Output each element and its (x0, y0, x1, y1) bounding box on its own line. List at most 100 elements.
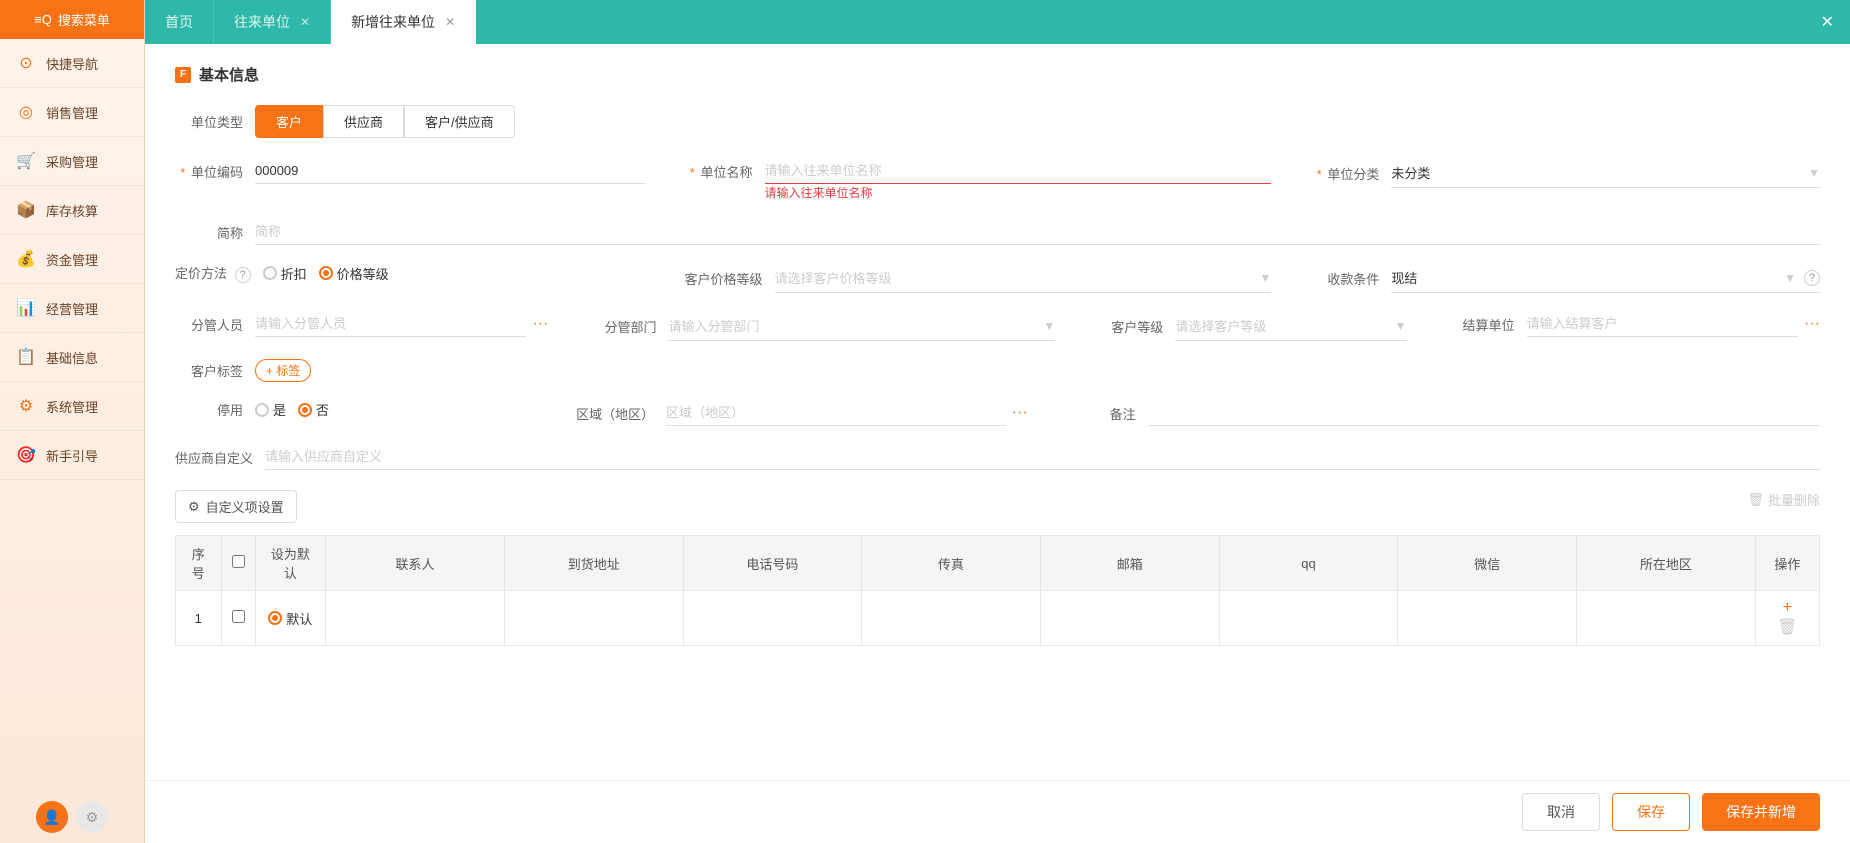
col-default: 设为默认 (255, 536, 326, 591)
supplier-custom-label: 供应商自定义 (175, 448, 265, 467)
add-tag-button[interactable]: + 标签 (255, 359, 311, 382)
table-section: ⚙ 自定义项设置 🗑 批量删除 序号 设为默认 联系人 到货地址 电 (175, 490, 1820, 646)
col-checkbox[interactable] (221, 536, 255, 591)
sidebar-item-finance[interactable]: 💰 资金管理 (0, 235, 144, 284)
no-radio-dot (302, 407, 308, 413)
row-fax[interactable] (862, 591, 1041, 646)
unit-code-input[interactable] (255, 158, 645, 184)
sidebar-item-operation[interactable]: 📊 经营管理 (0, 284, 144, 333)
custom-settings-button[interactable]: ⚙ 自定义项设置 (175, 490, 297, 523)
sidebar-item-inventory[interactable]: 📦 库存核算 (0, 186, 144, 235)
col-area: 所在地区 (1577, 536, 1756, 591)
unit-btn-both[interactable]: 客户/供应商 (404, 105, 515, 138)
disabled-no[interactable]: 否 (298, 400, 329, 419)
area-more-btn[interactable]: ··· (1012, 404, 1028, 422)
fax-input[interactable] (872, 611, 1030, 626)
default-radio[interactable]: 默认 (266, 609, 316, 628)
sidebar-item-quick-nav[interactable]: ⊙ 快捷导航 (0, 39, 144, 88)
add-row-button[interactable]: + (1780, 599, 1795, 617)
col-fax: 传真 (862, 536, 1041, 591)
unit-name-input[interactable] (765, 163, 1272, 178)
unit-type-row: 单位类型 客户 供应商 客户/供应商 (175, 105, 1820, 138)
col-wechat: 微信 (1398, 536, 1577, 591)
tab-home-label: 首页 (165, 12, 193, 32)
row-address[interactable] (504, 591, 683, 646)
tab-partners[interactable]: 往来单位 ✕ (214, 0, 331, 44)
col-address: 到货地址 (504, 536, 683, 591)
phone-input[interactable] (694, 611, 852, 626)
unit-btn-customer[interactable]: 客户 (255, 105, 323, 138)
sidebar-item-label: 新手引导 (46, 446, 98, 465)
quick-nav-icon: ⊙ (16, 53, 36, 73)
row-email[interactable] (1040, 591, 1219, 646)
area-input[interactable] (666, 400, 1005, 426)
sidebar: ≡Q 搜索菜单 ⊙ 快捷导航 ◎ 销售管理 🛒 采购管理 📦 库存核算 💰 资金… (0, 0, 145, 843)
unit-type-label: 单位类型 (175, 112, 255, 131)
tab-new-partner-close[interactable]: ✕ (445, 15, 455, 29)
batch-delete-button[interactable]: 🗑 批量删除 (1747, 490, 1820, 509)
email-input[interactable] (1051, 611, 1209, 626)
sidebar-item-system[interactable]: ⚙ 系统管理 (0, 382, 144, 431)
select-all-checkbox[interactable] (232, 555, 245, 568)
no-label: 否 (316, 400, 329, 419)
window-close-button[interactable]: ✕ (1805, 12, 1850, 32)
customer-level-select[interactable]: 请选择客户等级 ▼ (1175, 311, 1406, 341)
row-phone[interactable] (683, 591, 862, 646)
payment-help-icon[interactable]: ? (1804, 270, 1820, 286)
col-qq: qq (1219, 536, 1398, 591)
dept-select[interactable]: 请输入分管部门 ▼ (668, 311, 1055, 341)
tab-partners-close[interactable]: ✕ (300, 15, 310, 29)
unit-btn-supplier[interactable]: 供应商 (323, 105, 404, 138)
address-input[interactable] (515, 611, 673, 626)
pricing-option-level[interactable]: 价格等级 (319, 264, 389, 283)
row-default: 默认 (255, 591, 326, 646)
manager-input[interactable] (255, 311, 526, 337)
form-row-disabled: 停用 是 否 区域（地区） (175, 400, 1820, 426)
unit-name-field: * 单位名称 请输入往来单位名称 (685, 158, 1272, 201)
settlement-input[interactable] (1527, 311, 1798, 337)
discount-label: 折扣 (281, 264, 307, 283)
row-wechat[interactable] (1398, 591, 1577, 646)
tab-home[interactable]: 首页 (145, 0, 214, 44)
unit-category-select[interactable]: 未分类 ▼ (1391, 158, 1820, 188)
sidebar-search[interactable]: ≡Q 搜索菜单 (0, 0, 144, 39)
row-checkbox[interactable] (221, 591, 255, 646)
user-avatar[interactable]: 👤 (36, 801, 68, 833)
pricing-help-icon[interactable]: ? (235, 267, 251, 283)
area-select-input[interactable] (1587, 611, 1745, 626)
contact-table: 序号 设为默认 联系人 到货地址 电话号码 传真 邮箱 qq 微信 所在地区 操… (175, 535, 1820, 646)
row-qq[interactable] (1219, 591, 1398, 646)
search-icon: ≡Q (34, 12, 52, 27)
abbr-input[interactable] (255, 219, 1820, 245)
contact-input[interactable] (336, 611, 494, 626)
manager-more-btn[interactable]: ··· (532, 315, 548, 333)
default-radio-circle (268, 611, 282, 625)
payment-terms-select[interactable]: 现结 ▼ ? (1391, 263, 1820, 293)
settings-icon[interactable]: ⚙ (76, 801, 108, 833)
remark-input[interactable] (1148, 400, 1820, 426)
unit-category-label: * 单位分类 (1311, 164, 1391, 183)
wechat-input[interactable] (1408, 611, 1566, 626)
row-area[interactable] (1577, 591, 1756, 646)
disabled-yes[interactable]: 是 (255, 400, 286, 419)
tab-new-partner-label: 新增往来单位 (351, 12, 435, 32)
sidebar-item-label: 库存核算 (46, 201, 98, 220)
sidebar-item-purchase[interactable]: 🛒 采购管理 (0, 137, 144, 186)
sidebar-item-basic[interactable]: 📋 基础信息 (0, 333, 144, 382)
tab-new-partner[interactable]: 新增往来单位 ✕ (331, 0, 476, 44)
row-contact[interactable] (326, 591, 505, 646)
form-row-manager: 分管人员 ··· 分管部门 请输入分管部门 ▼ 客户等级 请选择客户等级 ▼ (175, 311, 1820, 341)
sidebar-item-sales[interactable]: ◎ 销售管理 (0, 88, 144, 137)
qq-input[interactable] (1230, 611, 1388, 626)
delete-row-button[interactable]: 🗑 (1774, 617, 1800, 637)
save-and-new-button[interactable]: 保存并新增 (1702, 793, 1820, 831)
row-select-checkbox[interactable] (232, 610, 245, 623)
content-area: F 基本信息 单位类型 客户 供应商 客户/供应商 * 单位编码 (145, 44, 1850, 780)
save-button[interactable]: 保存 (1612, 793, 1690, 831)
pricing-option-discount[interactable]: 折扣 (263, 264, 307, 283)
cancel-button[interactable]: 取消 (1522, 793, 1600, 831)
supplier-custom-input[interactable] (265, 444, 1820, 470)
sidebar-item-guide[interactable]: 🎯 新手引导 (0, 431, 144, 480)
settlement-more-btn[interactable]: ··· (1804, 315, 1820, 333)
customer-price-level-select[interactable]: 请选择客户价格等级 ▼ (775, 263, 1272, 293)
